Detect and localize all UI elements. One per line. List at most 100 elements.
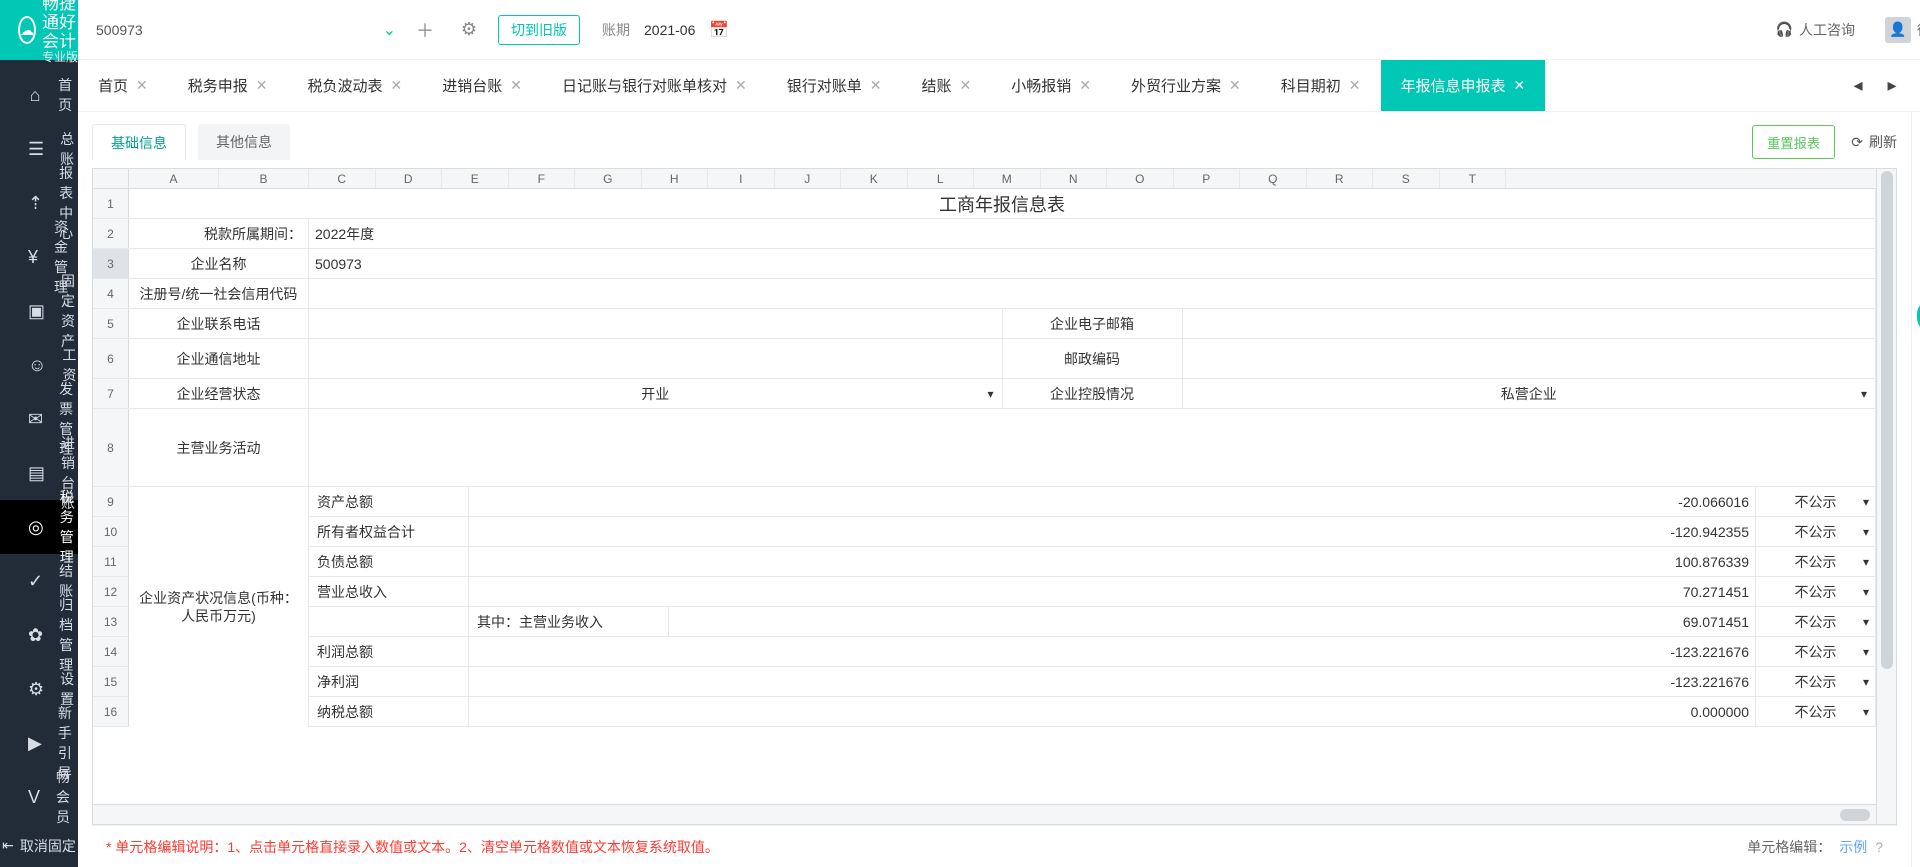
tab-close-all[interactable]: ✕ bbox=[1909, 69, 1920, 103]
tab-6[interactable]: 结账✕ bbox=[902, 60, 992, 111]
tab-prev[interactable]: ◂ bbox=[1841, 69, 1875, 103]
col-header[interactable]: T bbox=[1440, 169, 1507, 188]
calendar-icon[interactable]: 📅 bbox=[709, 20, 729, 40]
add-button[interactable]: ＋ bbox=[410, 15, 440, 45]
finance-value[interactable]: -120.942355 bbox=[469, 517, 1756, 546]
publish-select[interactable]: 不公示 bbox=[1756, 487, 1876, 516]
finance-value[interactable]: 100.876339 bbox=[469, 547, 1756, 576]
user-menu[interactable]: 👤 徐泽华 bbox=[1885, 17, 1920, 43]
phone-input[interactable] bbox=[309, 309, 1003, 338]
sidebar-item-8[interactable]: ◎税务管理 bbox=[0, 500, 78, 554]
row-header[interactable]: 7 bbox=[93, 379, 129, 408]
tab-5[interactable]: 银行对账单✕ bbox=[767, 60, 902, 111]
row-header[interactable]: 2 bbox=[93, 219, 129, 248]
row-header[interactable]: 9 bbox=[93, 487, 129, 517]
finance-value[interactable]: -123.221676 bbox=[469, 637, 1756, 666]
vertical-scrollbar[interactable] bbox=[1876, 169, 1896, 824]
help-icon[interactable]: ? bbox=[1875, 839, 1883, 855]
row-header[interactable]: 14 bbox=[93, 637, 129, 667]
close-icon[interactable]: ✕ bbox=[1079, 77, 1091, 94]
row-header[interactable]: 1 bbox=[93, 189, 129, 218]
sidebar-item-0[interactable]: ⌂首页 bbox=[0, 68, 78, 122]
row-header[interactable]: 5 bbox=[93, 309, 129, 338]
finance-value[interactable]: 70.271451 bbox=[469, 577, 1756, 606]
switch-old-version-button[interactable]: 切到旧版 bbox=[498, 15, 580, 45]
year-option[interactable]: 2018年 bbox=[1917, 208, 1920, 240]
status-select[interactable]: 开业 bbox=[309, 379, 1003, 408]
tab-next[interactable]: ▸ bbox=[1875, 69, 1909, 103]
publish-select[interactable]: 不公示 bbox=[1756, 697, 1876, 726]
close-icon[interactable]: ✕ bbox=[256, 77, 268, 94]
sidebar-unpin[interactable]: ⇤ 取消固定 bbox=[0, 824, 78, 867]
publish-select[interactable]: 不公示 bbox=[1756, 637, 1876, 666]
col-header[interactable]: M bbox=[974, 169, 1041, 188]
year-option[interactable]: 2017年 bbox=[1917, 162, 1920, 194]
row-header[interactable]: 10 bbox=[93, 517, 129, 547]
example-link[interactable]: 示例 bbox=[1839, 837, 1867, 857]
col-header[interactable]: D bbox=[376, 169, 443, 188]
close-icon[interactable]: ✕ bbox=[960, 77, 972, 94]
col-header[interactable]: E bbox=[442, 169, 509, 188]
year-option[interactable]: 2022年 bbox=[1917, 392, 1920, 424]
close-icon[interactable]: ✕ bbox=[510, 77, 522, 94]
col-header[interactable]: F bbox=[509, 169, 576, 188]
finance-value[interactable]: -20.066016 bbox=[469, 487, 1756, 516]
row-header[interactable]: 13 bbox=[93, 607, 129, 637]
row-header[interactable]: 8 bbox=[93, 409, 129, 486]
col-header[interactable]: B bbox=[219, 169, 309, 188]
settings-icon[interactable]: ⚙ bbox=[454, 15, 484, 45]
publish-select[interactable]: 不公示 bbox=[1756, 547, 1876, 576]
horizontal-scrollbar[interactable] bbox=[93, 804, 1876, 824]
col-header[interactable]: O bbox=[1107, 169, 1174, 188]
tab-9[interactable]: 科目期初✕ bbox=[1261, 60, 1381, 111]
tab-3[interactable]: 进销台账✕ bbox=[422, 60, 542, 111]
sheet-tab[interactable]: 基础信息 bbox=[92, 124, 186, 160]
col-header[interactable]: I bbox=[708, 169, 775, 188]
finance-value[interactable]: 69.071451 bbox=[669, 607, 1756, 636]
row-header[interactable]: 4 bbox=[93, 279, 129, 308]
publish-select[interactable]: 不公示 bbox=[1756, 517, 1876, 546]
refresh-button[interactable]: ⟳ 刷新 bbox=[1851, 132, 1897, 152]
sidebar-item-13[interactable]: V畅会员 bbox=[0, 770, 78, 824]
tab-7[interactable]: 小畅报销✕ bbox=[991, 60, 1111, 111]
customer-service[interactable]: 🎧 人工咨询 bbox=[1776, 20, 1855, 40]
sidebar-item-4[interactable]: ▣固定资产 bbox=[0, 284, 78, 338]
close-icon[interactable]: ✕ bbox=[391, 77, 403, 94]
col-header[interactable]: A bbox=[129, 169, 219, 188]
finance-value[interactable]: -123.221676 bbox=[469, 667, 1756, 696]
email-input[interactable] bbox=[1183, 309, 1877, 338]
col-header[interactable]: R bbox=[1307, 169, 1374, 188]
year-option[interactable]: 2019年 bbox=[1917, 254, 1920, 286]
publish-select[interactable]: 不公示 bbox=[1756, 577, 1876, 606]
col-header[interactable]: L bbox=[908, 169, 975, 188]
row-header[interactable]: 16 bbox=[93, 697, 129, 727]
row-header[interactable]: 11 bbox=[93, 547, 129, 577]
tab-2[interactable]: 税负波动表✕ bbox=[288, 60, 423, 111]
year-option[interactable]: 2020年 bbox=[1917, 300, 1920, 332]
col-header[interactable]: C bbox=[309, 169, 376, 188]
publish-select[interactable]: 不公示 bbox=[1756, 607, 1876, 636]
sidebar-item-12[interactable]: ▶新手引导 bbox=[0, 716, 78, 770]
close-icon[interactable]: ✕ bbox=[1229, 77, 1241, 94]
year-option[interactable]: 2021年 bbox=[1917, 346, 1920, 378]
close-icon[interactable]: ✕ bbox=[136, 77, 148, 94]
col-header[interactable]: H bbox=[642, 169, 709, 188]
row-header[interactable]: 6 bbox=[93, 339, 129, 378]
tab-10[interactable]: 年报信息申报表✕ bbox=[1381, 60, 1546, 111]
year-option[interactable]: 2023年 bbox=[1917, 438, 1920, 470]
address-input[interactable] bbox=[309, 339, 1003, 378]
col-header[interactable]: P bbox=[1174, 169, 1241, 188]
holding-select[interactable]: 私营企业 bbox=[1183, 379, 1877, 408]
close-icon[interactable]: ✕ bbox=[735, 77, 747, 94]
company-name-input[interactable]: 500973 bbox=[309, 249, 1876, 278]
row-header[interactable]: 12 bbox=[93, 577, 129, 607]
tab-8[interactable]: 外贸行业方案✕ bbox=[1111, 60, 1261, 111]
rebuild-report-button[interactable]: 重置报表 bbox=[1752, 125, 1835, 159]
col-header[interactable]: N bbox=[1041, 169, 1108, 188]
postcode-input[interactable] bbox=[1183, 339, 1877, 378]
sheet-tab[interactable]: 其他信息 bbox=[198, 124, 290, 160]
row-header[interactable]: 3 bbox=[93, 249, 129, 278]
close-icon[interactable]: ✕ bbox=[870, 77, 882, 94]
col-header[interactable]: G bbox=[575, 169, 642, 188]
col-header[interactable]: S bbox=[1373, 169, 1440, 188]
